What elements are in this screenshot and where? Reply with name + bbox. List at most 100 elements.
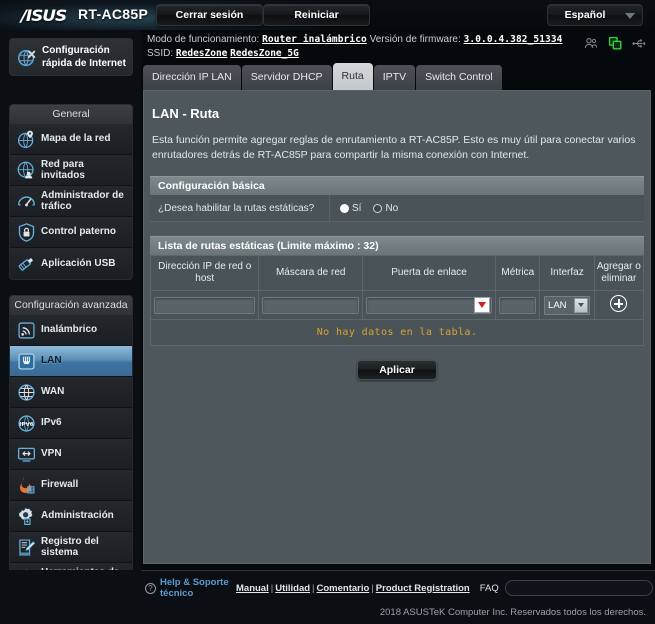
faq-search-input[interactable]	[504, 580, 653, 596]
apply-button[interactable]: Aplicar	[357, 360, 437, 380]
route-input-row: LAN	[149, 290, 645, 320]
footer: ? Help & Soporte técnico Manual | Utilidad…	[0, 570, 655, 624]
chevron-down-icon	[625, 13, 635, 19]
firewall-icon	[16, 475, 37, 496]
sidebar-item-traffic-manager-label: Administrador de tráfico	[41, 189, 124, 213]
sidebar-item-guest-network-label: Red para invitados	[41, 158, 85, 182]
sidebar-item-network-map-label: Mapa de la red	[41, 133, 111, 145]
sidebar-item-guest-network[interactable]: Red para invitados	[10, 155, 132, 186]
sidebar-item-ipv6[interactable]: IPV6 IPv6	[10, 408, 132, 439]
sidebar-item-quick-internet-setup[interactable]: Configuración rápida de Internet	[9, 38, 133, 76]
page-description: Esta función permite agregar reglas de e…	[152, 134, 636, 161]
gateway-dropdown-arrow-icon[interactable]	[474, 297, 491, 313]
interface-select-value: LAN	[548, 299, 567, 311]
footer-link-product-registration[interactable]: Product Registration	[376, 583, 470, 594]
sidebar-item-administration[interactable]: Administración	[10, 501, 132, 532]
sidebar-group-general: General Mapa de la red Red para invitado…	[9, 104, 133, 280]
ssid-2g-value[interactable]: RedesZone	[176, 48, 227, 59]
radio-yes-label: Sí	[352, 202, 362, 214]
operation-mode-label: Modo de funcionamiento:	[147, 34, 260, 45]
column-header-gateway: Puerta de enlace	[361, 255, 497, 291]
column-header-netmask: Máscara de red	[258, 255, 363, 291]
column-header-ip: Dirección IP de red o host	[149, 255, 260, 291]
network-map-icon	[16, 129, 37, 150]
language-selector[interactable]: Español	[547, 4, 643, 26]
metric-input[interactable]	[499, 296, 537, 314]
ssid-5g-value[interactable]: RedesZone_5G	[230, 48, 299, 59]
copyright-text: 2018 ASUSTeK Computer Inc. Reservados to…	[379, 607, 646, 618]
tab-lan-ip[interactable]: Dirección IP LAN	[143, 65, 241, 90]
wireless-icon	[16, 320, 37, 341]
main-content: Modo de funcionamiento: Router inalámbri…	[141, 30, 655, 570]
column-header-interface: Interfaz	[539, 255, 595, 291]
sidebar: Configuración rápida de Internet General…	[0, 30, 141, 595]
sidebar-item-ipv6-label: IPv6	[41, 417, 62, 429]
operation-mode-value[interactable]: Router inalámbrico	[262, 34, 367, 45]
tab-bar: Dirección IP LAN Servidor DHCP Ruta IPTV…	[143, 63, 503, 90]
quick-setup-label: Configuración rápida de Internet	[42, 45, 126, 69]
svg-text:IPV6: IPV6	[19, 422, 34, 428]
add-route-button[interactable]	[610, 295, 628, 312]
sidebar-group-general-title: General	[9, 104, 133, 124]
radio-yes-indicator	[340, 203, 349, 213]
sidebar-item-wan[interactable]: WAN	[10, 377, 132, 408]
sidebar-item-system-log[interactable]: Registro del sistema	[10, 532, 132, 563]
sidebar-item-traffic-manager[interactable]: Administrador de tráfico	[10, 186, 132, 217]
sidebar-group-general-list: Mapa de la red Red para invitados Admini…	[9, 124, 133, 280]
sidebar-item-vpn[interactable]: VPN	[10, 439, 132, 470]
sidebar-item-firewall-label: Firewall	[41, 479, 79, 491]
sidebar-item-network-map[interactable]: Mapa de la red	[10, 124, 132, 155]
language-label: Español	[564, 9, 606, 21]
footer-link-utility[interactable]: Utilidad	[275, 583, 310, 594]
radio-option-no[interactable]: No	[373, 203, 398, 214]
sidebar-item-usb-application[interactable]: Aplicación USB	[10, 248, 132, 279]
firmware-version-value[interactable]: 3.0.0.4.382_51334	[464, 34, 563, 45]
cell-gateway-input	[361, 290, 497, 320]
router-model-name: RT-AC85P	[78, 6, 149, 22]
sidebar-item-firewall[interactable]: Firewall	[10, 470, 132, 501]
footer-link-group: Manual | Utilidad | Comentario | Product Regis…	[236, 582, 470, 594]
top-bar: /ISUS RT-AC85P Cerrar sesión Reiniciar E…	[0, 0, 655, 30]
tab-iptv[interactable]: IPTV	[373, 65, 416, 90]
help-support-link[interactable]: Help & Soporte técnico	[160, 577, 232, 599]
tab-route[interactable]: Ruta	[332, 63, 373, 90]
cell-metric-input	[495, 290, 541, 320]
guest-users-icon[interactable]	[584, 36, 599, 51]
sidebar-item-wan-label: WAN	[41, 386, 65, 398]
interface-select[interactable]: LAN	[544, 295, 591, 315]
cell-ip-input	[149, 290, 260, 320]
network-clients-icon[interactable]	[608, 36, 623, 51]
usb-device-icon[interactable]	[632, 36, 647, 51]
ipv6-icon: IPV6	[16, 413, 37, 434]
lan-icon	[16, 351, 37, 372]
logout-button[interactable]: Cerrar sesión	[156, 4, 263, 26]
netmask-input[interactable]	[262, 296, 359, 314]
traffic-manager-icon	[16, 191, 37, 212]
tab-switch-control[interactable]: Switch Control	[416, 65, 502, 90]
footer-link-manual[interactable]: Manual	[236, 583, 269, 594]
ip-address-input[interactable]	[154, 296, 256, 314]
radio-no-indicator	[373, 203, 383, 213]
vpn-icon	[16, 444, 37, 465]
static-routes-section: Lista de rutas estáticas (Limite máximo …	[149, 236, 645, 380]
reboot-button[interactable]: Reiniciar	[263, 4, 370, 26]
empty-table-row: No hay datos en la tabla.	[150, 319, 644, 346]
column-header-add-delete: Agregar o eliminar	[593, 255, 645, 291]
cell-add-button	[593, 290, 645, 320]
status-icon-group	[584, 36, 647, 51]
chevron-down-icon	[574, 297, 589, 313]
tab-dhcp-server[interactable]: Servidor DHCP	[241, 65, 332, 90]
wan-icon	[16, 382, 37, 403]
sidebar-group-advanced-list: Inalámbrico LAN WAN IPV6 IPv6 VPN Firewa…	[9, 315, 133, 595]
sidebar-item-lan[interactable]: LAN	[10, 346, 132, 377]
static-routes-table: Dirección IP de red o host Máscara de re…	[149, 255, 645, 346]
footer-link-feedback[interactable]: Comentario	[317, 583, 370, 594]
basic-config-section-header: Configuración básica	[150, 176, 644, 195]
sidebar-item-parental-control[interactable]: Control paterno	[10, 217, 132, 248]
sidebar-item-wireless[interactable]: Inalámbrico	[10, 315, 132, 346]
sidebar-item-vpn-label: VPN	[41, 448, 62, 460]
radio-option-yes[interactable]: Sí	[340, 203, 361, 214]
radio-no-label: No	[385, 202, 399, 214]
apply-button-container: Aplicar	[150, 346, 644, 380]
footer-links-row: ? Help & Soporte técnico Manual | Utilidad…	[141, 574, 655, 602]
